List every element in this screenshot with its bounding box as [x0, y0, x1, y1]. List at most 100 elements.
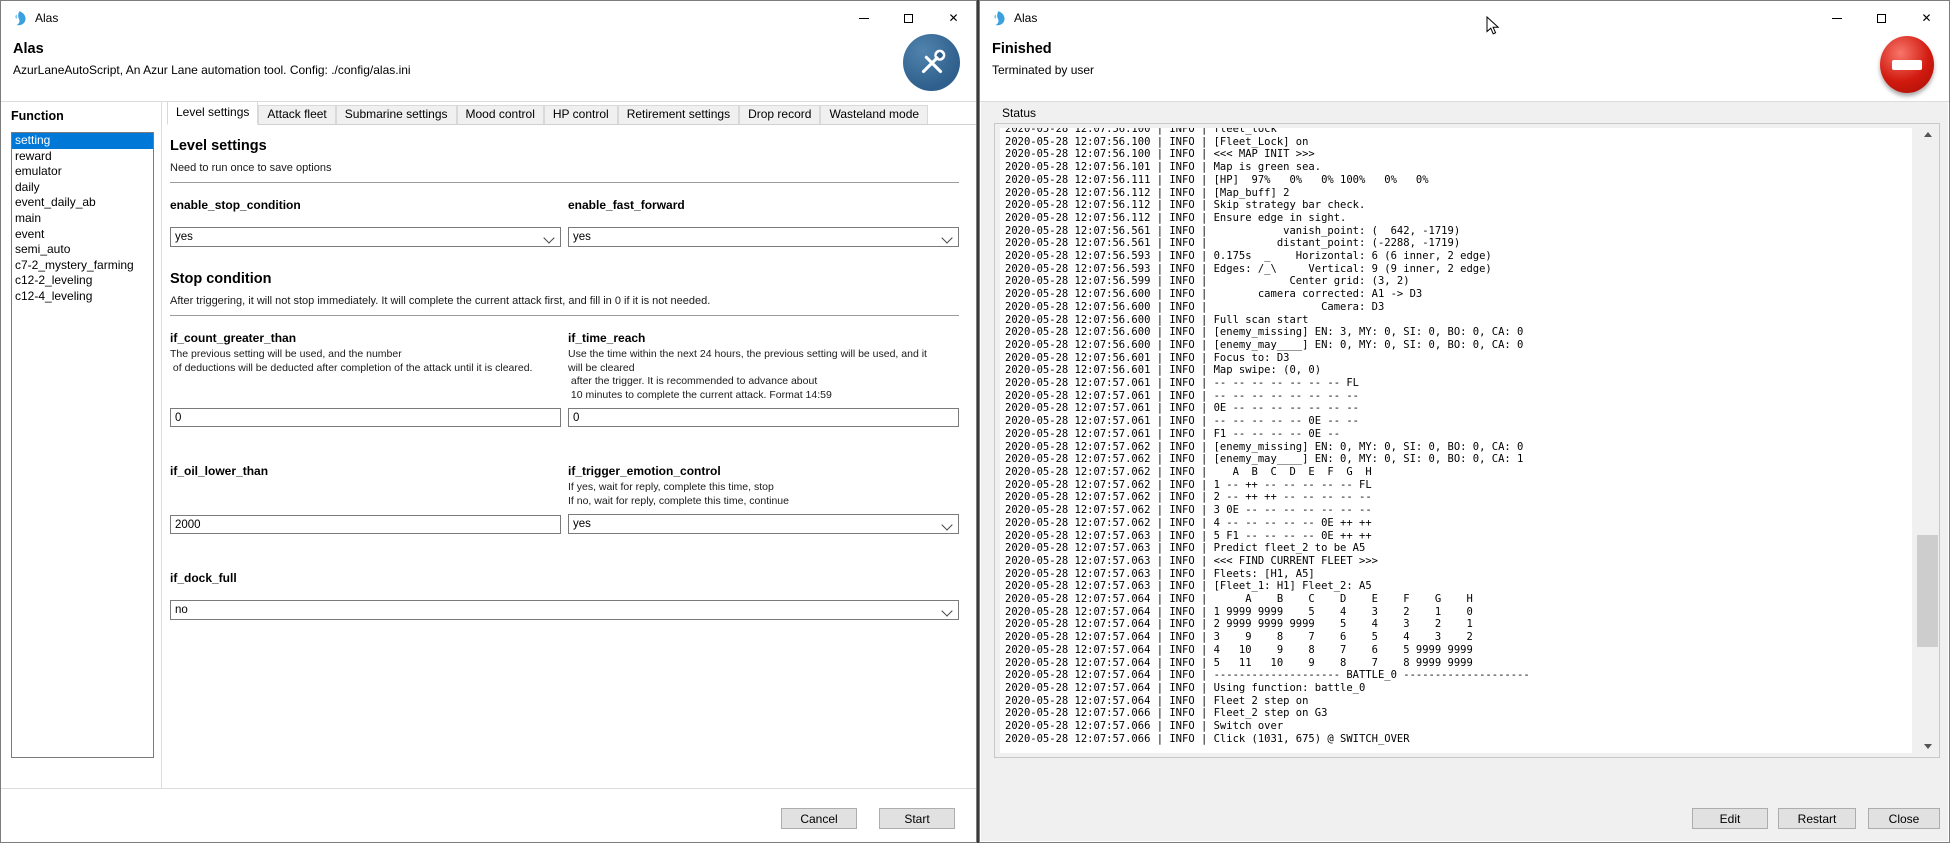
maximize-button[interactable] [1859, 1, 1904, 35]
log-line: 2020-05-28 12:07:56.101 | INFO | Map is … [1005, 161, 1912, 174]
scroll-up-icon [1924, 132, 1932, 137]
if-count-greater-than-input[interactable] [170, 408, 561, 427]
scrollbar-thumb[interactable] [1917, 535, 1938, 647]
close-button[interactable]: ✕ [1904, 1, 1949, 35]
function-list-item[interactable]: setting [12, 133, 153, 149]
settings-tab[interactable]: Mood control [457, 105, 544, 124]
log-line: 2020-05-28 12:07:56.601 | INFO | Map swi… [1005, 364, 1912, 377]
function-list-item[interactable]: event [12, 227, 153, 243]
maximize-icon [904, 14, 913, 23]
level-settings-form: Level settings Need to run once to save … [170, 124, 959, 620]
app-icon [990, 10, 1007, 27]
function-list-item[interactable]: semi_auto [12, 242, 153, 258]
close-log-button[interactable]: Close [1868, 808, 1940, 829]
window-title: Alas [35, 11, 58, 25]
function-listbox[interactable]: settingrewardemulatordailyevent_daily_ab… [11, 132, 154, 758]
log-line: 2020-05-28 12:07:56.600 | INFO | Full sc… [1005, 314, 1912, 327]
field-row-oil-emotion: if_oil_lower_than if_trigger_emotion_con… [170, 449, 959, 534]
settings-tab[interactable]: Submarine settings [336, 105, 457, 124]
function-list-item[interactable]: event_daily_ab [12, 195, 153, 211]
close-button[interactable]: ✕ [931, 1, 976, 35]
enable-fast-forward-select[interactable]: yes [568, 227, 959, 247]
log-view[interactable]: 2020-05-28 12:07:56.100 | INFO | fleet_l… [1000, 128, 1912, 753]
settings-tab[interactable]: Attack fleet [258, 105, 335, 124]
header-divider [980, 101, 1949, 102]
log-line: 2020-05-28 12:07:57.063 | INFO | 5 F1 --… [1005, 530, 1912, 543]
function-list-item[interactable]: reward [12, 149, 153, 165]
log-line: 2020-05-28 12:07:57.062 | INFO | A B C D… [1005, 466, 1912, 479]
log-line: 2020-05-28 12:07:57.064 | INFO | Using f… [1005, 682, 1912, 695]
log-line: 2020-05-28 12:07:57.064 | INFO | -------… [1005, 669, 1912, 682]
settings-tab[interactable]: Retirement settings [618, 105, 739, 124]
function-list-item[interactable]: c7-2_mystery_farming [12, 258, 153, 274]
field-if-oil-lower-than: if_oil_lower_than [170, 449, 561, 534]
stop-icon-bar [1892, 60, 1922, 70]
maximize-button[interactable] [886, 1, 931, 35]
log-line: 2020-05-28 12:07:56.600 | INFO | [enemy_… [1005, 339, 1912, 352]
log-line: 2020-05-28 12:07:57.061 | INFO | -- -- -… [1005, 415, 1912, 428]
selected-value: no [175, 604, 188, 616]
scrollbar-up-button[interactable] [1917, 125, 1938, 144]
section-heading-stop-condition: Stop condition [170, 271, 959, 287]
function-list-item[interactable]: c12-2_leveling [12, 273, 153, 289]
status-subtitle: Terminated by user [992, 63, 1094, 77]
minimize-button[interactable] [1814, 1, 1859, 35]
status-groupbox: 2020-05-28 12:07:56.100 | INFO | fleet_l… [994, 123, 1940, 758]
log-line: 2020-05-28 12:07:56.100 | INFO | [Fleet_… [1005, 136, 1912, 149]
log-line: 2020-05-28 12:07:56.112 | INFO | Ensure … [1005, 212, 1912, 225]
cancel-button[interactable]: Cancel [781, 808, 857, 829]
log-line: 2020-05-28 12:07:56.600 | INFO | Camera:… [1005, 301, 1912, 314]
window-title: Alas [1014, 11, 1037, 25]
page-title: Alas [13, 41, 44, 57]
selected-value: yes [573, 231, 591, 243]
function-list-item[interactable]: emulator [12, 164, 153, 180]
log-line: 2020-05-28 12:07:56.599 | INFO | Center … [1005, 275, 1912, 288]
wrench-icon [915, 46, 949, 80]
enable-stop-condition-select[interactable]: yes [170, 227, 561, 247]
alas-log-window: Alas ✕ Finished Terminated by user Statu… [979, 0, 1950, 843]
close-icon: ✕ [1921, 12, 1931, 24]
field-help: The previous setting will be used, and t… [170, 348, 561, 375]
log-line: 2020-05-28 12:07:57.064 | INFO | A B C D… [1005, 593, 1912, 606]
titlebar: Alas ✕ [1, 1, 976, 35]
field-enable-stop-condition: enable_stop_condition yes [170, 183, 561, 247]
field-if-count-greater-than: if_count_greater_than The previous setti… [170, 316, 561, 427]
log-line: 2020-05-28 12:07:57.063 | INFO | <<< FIN… [1005, 555, 1912, 568]
log-line: 2020-05-28 12:07:56.600 | INFO | [enemy_… [1005, 326, 1912, 339]
status-title: Finished [992, 41, 1052, 57]
settings-wrench-button[interactable] [903, 34, 960, 91]
stop-icon [1880, 36, 1934, 93]
log-line: 2020-05-28 12:07:57.061 | INFO | F1 -- -… [1005, 428, 1912, 441]
field-label: enable_stop_condition [170, 198, 561, 212]
log-line: 2020-05-28 12:07:57.061 | INFO | 0E -- -… [1005, 402, 1912, 415]
restart-button[interactable]: Restart [1778, 808, 1856, 829]
function-list-item[interactable]: main [12, 211, 153, 227]
log-scrollbar[interactable] [1917, 125, 1938, 756]
function-list-item[interactable]: daily [12, 180, 153, 196]
edit-button[interactable]: Edit [1692, 808, 1768, 829]
settings-tab[interactable]: Level settings [167, 101, 258, 125]
start-button[interactable]: Start [879, 808, 955, 829]
function-list-label: Function [11, 109, 64, 123]
log-line: 2020-05-28 12:07:57.064 | INFO | Fleet 2… [1005, 695, 1912, 708]
chevron-down-icon [543, 232, 554, 243]
log-line: 2020-05-28 12:07:57.062 | INFO | 4 -- --… [1005, 517, 1912, 530]
settings-tab[interactable]: Wasteland mode [820, 105, 928, 124]
if-oil-lower-than-input[interactable] [170, 515, 561, 534]
field-if-dock-full: if_dock_full no [170, 556, 959, 620]
log-line: 2020-05-28 12:07:56.561 | INFO | distant… [1005, 237, 1912, 250]
titlebar: Alas ✕ [980, 1, 1949, 35]
if-trigger-emotion-control-select[interactable]: yes [568, 514, 959, 534]
chevron-down-icon [941, 605, 952, 616]
settings-tab[interactable]: HP control [544, 105, 618, 124]
log-line: 2020-05-28 12:07:56.561 | INFO | vanish_… [1005, 225, 1912, 238]
if-dock-full-select[interactable]: no [170, 600, 959, 620]
minimize-button[interactable] [841, 1, 886, 35]
footer-divider [1, 788, 976, 789]
settings-tab[interactable]: Drop record [739, 105, 820, 124]
log-line: 2020-05-28 12:07:56.593 | INFO | 0.175s … [1005, 250, 1912, 263]
log-line: 2020-05-28 12:07:57.064 | INFO | 4 10 9 … [1005, 644, 1912, 657]
function-list-item[interactable]: c12-4_leveling [12, 289, 153, 305]
if-time-reach-input[interactable] [568, 408, 959, 427]
scrollbar-down-button[interactable] [1917, 737, 1938, 756]
